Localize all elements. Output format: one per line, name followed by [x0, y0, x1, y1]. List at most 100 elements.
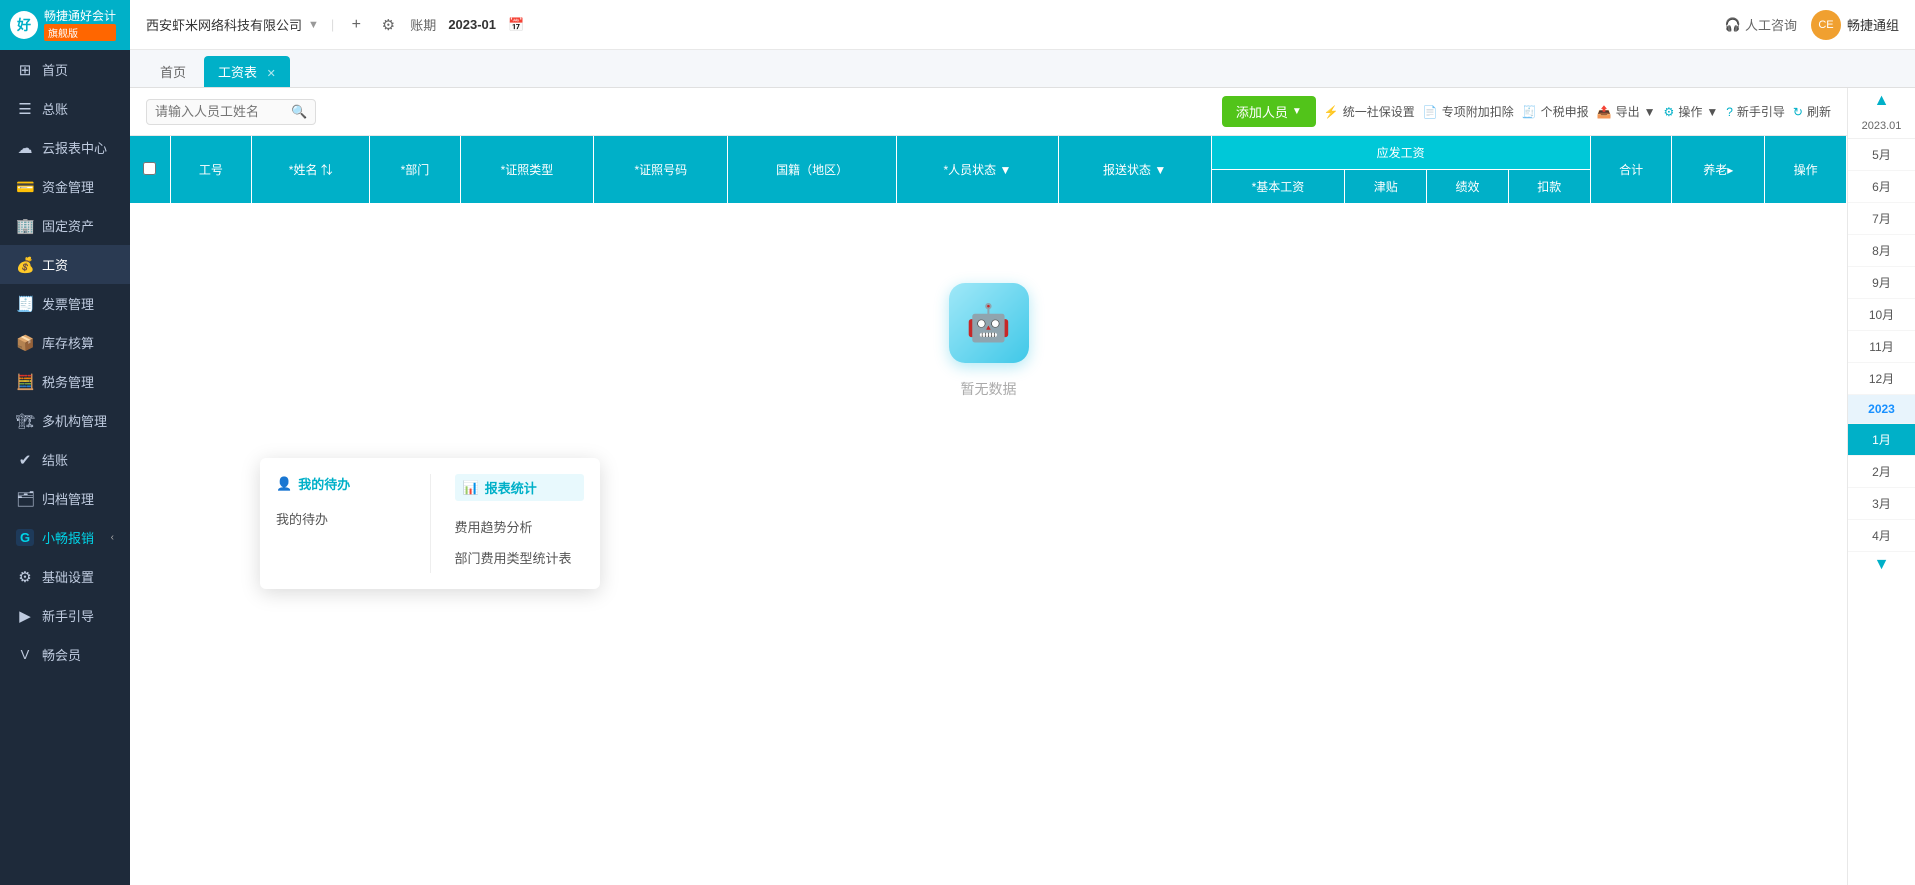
search-icon: 🔍 [291, 104, 307, 120]
month-down-icon: ▼ [1874, 556, 1890, 574]
month-panel: ▲ 2023.01 5月 6月 7月 8月 9月 10月 11月 [1847, 88, 1915, 885]
month-item-3[interactable]: 3月 [1848, 488, 1915, 520]
user-abbr: CE [1818, 19, 1833, 31]
separator1: | [331, 17, 334, 32]
select-all-checkbox[interactable] [143, 162, 156, 175]
month-item-10[interactable]: 10月 [1848, 299, 1915, 331]
month-nav-up[interactable]: ▲ [1848, 88, 1915, 114]
company-dropdown-icon: ▼ [308, 19, 319, 31]
tabs-bar: 首页 工资表 ✕ [130, 50, 1915, 88]
special-deduction-action[interactable]: 📄 专项附加扣除 [1423, 103, 1514, 120]
sidebar-item-label: 库存核算 [42, 333, 94, 352]
add-company-button[interactable]: + [346, 15, 366, 35]
month-item-6[interactable]: 6月 [1848, 171, 1915, 203]
invoice-icon: 🧾 [16, 295, 34, 313]
month-up-icon: ▲ [1874, 92, 1890, 110]
tab-home[interactable]: 首页 [146, 56, 200, 87]
sidebar-item-home[interactable]: ⊞ 首页 [0, 50, 130, 89]
popup-item-expense-trend[interactable]: 费用趋势分析 [455, 511, 585, 542]
cloud-icon: ☁ [16, 139, 34, 157]
popup-col-left: 👤 我的待办 我的待办 [276, 474, 406, 573]
todo-icon: 👤 [276, 476, 292, 492]
table-header-row1: 工号 *姓名 ⇅ *部门 *证照类型 *证照号码 国籍（地区） *人员状态 ▼ … [130, 136, 1847, 170]
sidebar-item-checkout[interactable]: ✔ 结账 [0, 440, 130, 479]
sidebar-item-xiaochang[interactable]: G 小畅报销 ‹ [0, 518, 130, 557]
company-selector[interactable]: 西安虾米网络科技有限公司 ▼ [146, 15, 319, 34]
sidebar-item-archive[interactable]: 🗂 归档管理 [0, 479, 130, 518]
user-area[interactable]: CE 畅捷通组 [1811, 10, 1899, 40]
sidebar-item-cloud-report[interactable]: ☁ 云报表中心 [0, 128, 130, 167]
month-label: 6月 [1872, 180, 1891, 194]
add-person-button[interactable]: 添加人员 ▼ [1222, 96, 1316, 127]
month-item-1[interactable]: 1月 [1848, 424, 1915, 456]
tab-label: 工资表 [218, 65, 257, 80]
sidebar-item-fund[interactable]: 💳 资金管理 [0, 167, 130, 206]
tab-close-icon[interactable]: ✕ [267, 68, 276, 80]
th-performance: 绩效 [1427, 170, 1509, 204]
inventory-icon: 📦 [16, 334, 34, 352]
sidebar-item-label: 云报表中心 [42, 138, 107, 157]
sidebar-item-invoice[interactable]: 🧾 发票管理 [0, 284, 130, 323]
dept-expense-label: 部门费用类型统计表 [455, 551, 572, 566]
tab-label: 首页 [160, 65, 186, 80]
search-input[interactable] [155, 104, 285, 119]
logo-area: 好 畅捷通好会计 旗舰版 [0, 0, 130, 50]
search-box[interactable]: 🔍 [146, 99, 316, 125]
expense-trend-label: 费用趋势分析 [455, 520, 533, 535]
multi-org-icon: 🏗 [16, 412, 34, 430]
month-item-12[interactable]: 12月 [1848, 363, 1915, 395]
payroll-table: 工号 *姓名 ⇅ *部门 *证照类型 *证照号码 国籍（地区） *人员状态 ▼ … [130, 136, 1847, 203]
sidebar-item-basic[interactable]: ⚙ 基础设置 [0, 557, 130, 596]
guide-action-icon: ? [1726, 105, 1733, 119]
sidebar-item-label: 新手引导 [42, 606, 94, 625]
support-button[interactable]: 🎧 人工咨询 [1725, 15, 1797, 34]
sidebar-item-inventory[interactable]: 📦 库存核算 [0, 323, 130, 362]
topbar: 西安虾米网络科技有限公司 ▼ | + ⚙ 账期 2023-01 📅 🎧 人工咨询… [130, 0, 1915, 50]
month-label: 11月 [1869, 340, 1893, 354]
month-item-5[interactable]: 5月 [1848, 139, 1915, 171]
month-item-7[interactable]: 7月 [1848, 203, 1915, 235]
popup-item-dept-expense[interactable]: 部门费用类型统计表 [455, 542, 585, 573]
month-item-8[interactable]: 8月 [1848, 235, 1915, 267]
sidebar-item-salary[interactable]: 💰 工资 [0, 245, 130, 284]
sidebar-item-guide[interactable]: ▶ 新手引导 [0, 596, 130, 635]
refresh-action[interactable]: ↻ 刷新 [1793, 103, 1831, 120]
sidebar-item-label: 发票管理 [42, 294, 94, 313]
export-action[interactable]: 📤 导出 ▼ [1597, 103, 1656, 120]
month-item-2[interactable]: 2月 [1848, 456, 1915, 488]
sidebar-item-label: 总账 [42, 99, 68, 118]
popup-section: 👤 我的待办 我的待办 📊 报表统计 费用趋势分析 [276, 474, 584, 573]
calendar-icon[interactable]: 📅 [508, 17, 524, 33]
report-icon: 📊 [463, 480, 479, 496]
year-label: 2023.01 [1848, 114, 1915, 139]
company-settings-button[interactable]: ⚙ [378, 15, 398, 35]
sidebar-item-label: 归档管理 [42, 489, 94, 508]
personal-tax-icon: 🧾 [1522, 105, 1537, 119]
operations-action[interactable]: ⚙ 操作 ▼ [1664, 103, 1719, 120]
month-item-4[interactable]: 4月 [1848, 520, 1915, 552]
checkbox-th[interactable] [130, 136, 170, 203]
sidebar-item-ledger[interactable]: ☰ 总账 [0, 89, 130, 128]
collapse-icon: ‹ [111, 532, 114, 543]
refresh-label: 刷新 [1807, 103, 1831, 120]
month-label: 2月 [1872, 465, 1891, 479]
sidebar-item-fixed-assets[interactable]: 🏢 固定资产 [0, 206, 130, 245]
personal-tax-action[interactable]: 🧾 个税申报 [1522, 103, 1589, 120]
social-insurance-action[interactable]: ⚡ 统一社保设置 [1324, 103, 1415, 120]
guide-action[interactable]: ? 新手引导 [1726, 103, 1785, 120]
sidebar-item-label: 首页 [42, 60, 68, 79]
year-separator-label: 2023 [1868, 402, 1895, 416]
th-base-salary: *基本工资 [1211, 170, 1345, 204]
sidebar-item-multi-org[interactable]: 🏗 多机构管理 [0, 401, 130, 440]
th-actions: 操作 [1765, 136, 1847, 203]
month-nav-down[interactable]: ▼ [1848, 552, 1915, 578]
logo-text-area: 畅捷通好会计 旗舰版 [44, 9, 116, 42]
popup-item-todo[interactable]: 我的待办 [276, 503, 406, 534]
sidebar-item-label: 多机构管理 [42, 411, 107, 430]
sidebar-item-member[interactable]: V 畅会员 [0, 635, 130, 674]
month-item-9[interactable]: 9月 [1848, 267, 1915, 299]
month-item-11[interactable]: 11月 [1848, 331, 1915, 363]
tab-salary[interactable]: 工资表 ✕ [204, 56, 290, 87]
sidebar-item-tax[interactable]: 🧮 税务管理 [0, 362, 130, 401]
operations-arrow: ▼ [1706, 105, 1718, 119]
